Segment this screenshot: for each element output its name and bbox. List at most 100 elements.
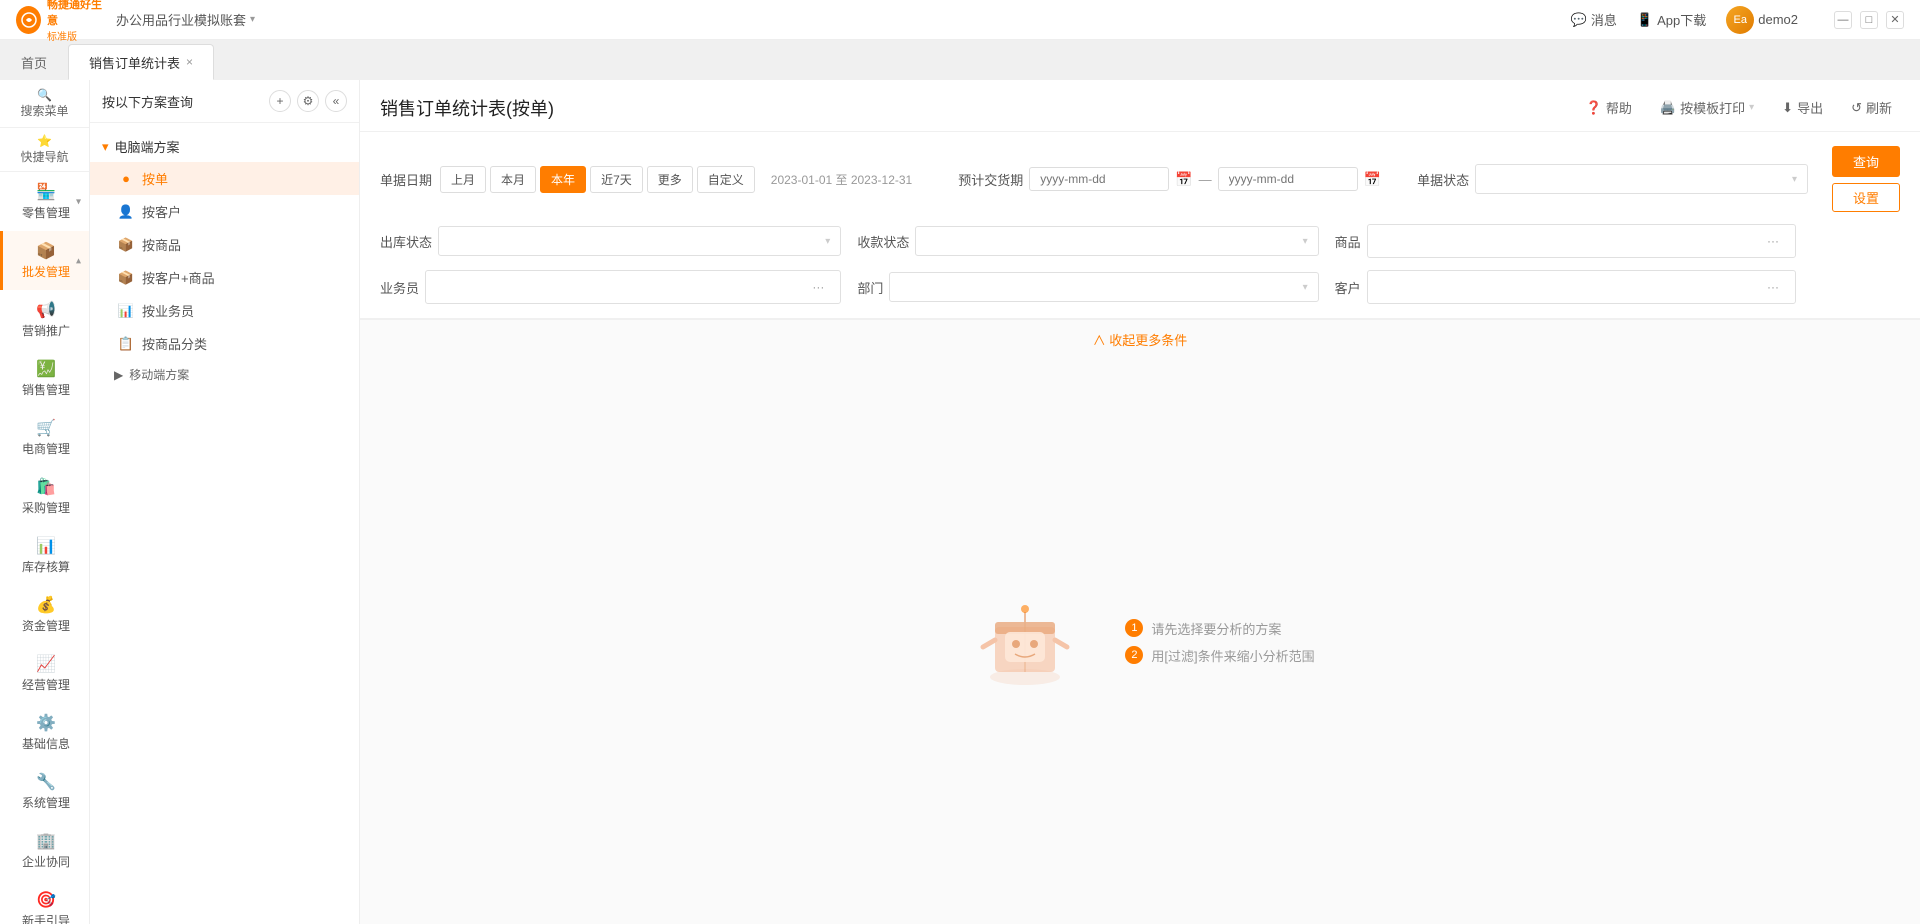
sidebar: 🔍 搜索菜单 ⭐ 快捷导航 🏪 零售管理 ▾ 📦 批发管理 ▴ 📢 营销推广 💹… (0, 80, 90, 924)
filter-row-3: 业务员 ··· 部门 ▾ 客户 (380, 270, 1900, 304)
tab-close-icon[interactable]: × (186, 55, 193, 69)
tree-item-label: 按业务员 (142, 301, 194, 320)
by-order-icon: ● (118, 171, 134, 187)
add-scheme-button[interactable]: + (269, 90, 291, 112)
tree-item-by-category[interactable]: 📋 按商品分类 (90, 327, 359, 360)
help-button[interactable]: ❓ 帮助 (1578, 94, 1640, 121)
sidebar-item-wholesale[interactable]: 📦 批发管理 ▴ (0, 231, 89, 290)
tree-item-by-customer[interactable]: 👤 按客户 (90, 195, 359, 228)
goods-more-icon[interactable]: ··· (1761, 230, 1785, 252)
tree-item-by-order[interactable]: ● 按单 (90, 162, 359, 195)
inventory-icon: 📊 (36, 536, 56, 556)
filter-cell-expected-date: 预计交货期 📅 — 📅 (958, 167, 1381, 191)
content-area: 按以下方案查询 + ⚙ « ▾ 电脑端方案 ● 按单 👤 按客户 (90, 80, 1920, 924)
logo-text: 畅捷通好生意 标准版 (47, 0, 106, 43)
customer-more-icon[interactable]: ··· (1761, 276, 1785, 298)
refresh-button[interactable]: ↺ 刷新 (1843, 94, 1900, 121)
print-button[interactable]: 🖨️ 按模板打印 ▾ (1652, 94, 1762, 121)
purchase-icon: 🛍️ (36, 477, 56, 497)
by-goods-icon: 📦 (118, 237, 134, 253)
maximize-button[interactable]: □ (1860, 11, 1878, 29)
tree-item-by-goods[interactable]: 📦 按商品 (90, 228, 359, 261)
sidebar-item-retail[interactable]: 🏪 零售管理 ▾ (0, 172, 89, 231)
tree-item-by-customer-goods[interactable]: 📦 按客户+商品 (90, 261, 359, 294)
app-title[interactable]: 办公用品行业模拟账套 ▾ (106, 10, 1571, 29)
close-button[interactable]: ✕ (1886, 11, 1904, 29)
customer-select[interactable]: ··· (1367, 270, 1796, 304)
page-title-bar: 销售订单统计表(按单) ❓ 帮助 🖨️ 按模板打印 ▾ ⬇ 导出 (360, 80, 1920, 132)
tab-home[interactable]: 首页 (0, 44, 68, 80)
quick-nav[interactable]: ⭐ 快捷导航 (0, 128, 89, 172)
search-menu[interactable]: 🔍 搜索菜单 (0, 80, 89, 128)
minimize-button[interactable]: — (1834, 11, 1852, 29)
app-download-btn[interactable]: 📱 App下载 (1637, 10, 1706, 29)
sidebar-item-marketing[interactable]: 📢 营销推广 (0, 290, 89, 349)
tab-active[interactable]: 销售订单统计表 × (68, 44, 214, 80)
sidebar-item-purchase[interactable]: 🛍️ 采购管理 (0, 467, 89, 526)
date-btn-7days[interactable]: 近7天 (590, 166, 643, 193)
collapse-more-conditions[interactable]: ∧ 收起更多条件 (360, 319, 1920, 359)
sidebar-item-newbie[interactable]: 🎯 新手引导 (0, 880, 89, 924)
setting-button[interactable]: 设置 (1832, 183, 1900, 212)
date-btn-more[interactable]: 更多 (647, 166, 693, 193)
ship-status-select[interactable]: ▾ (438, 226, 841, 256)
sidebar-item-operation[interactable]: 📈 经营管理 (0, 644, 89, 703)
status-select[interactable]: ▾ (1475, 164, 1808, 194)
sidebar-item-enterprise[interactable]: 🏢 企业协同 (0, 821, 89, 880)
query-btn-group: 查询 设置 (1832, 146, 1900, 212)
left-panel-header: 按以下方案查询 + ⚙ « (90, 80, 359, 123)
marketing-icon: 📢 (36, 300, 56, 320)
filter-cell-dept: 部门 ▾ (857, 272, 1318, 302)
date-btn-custom[interactable]: 自定义 (697, 166, 755, 193)
date-btn-this-year[interactable]: 本年 (540, 166, 586, 193)
goods-select[interactable]: ··· (1367, 224, 1796, 258)
tree-item-label: 按客户 (142, 202, 181, 221)
filter-cell-status: 单据状态 ▾ (1417, 164, 1808, 194)
payment-status-select[interactable]: ▾ (915, 226, 1318, 256)
sidebar-item-finance[interactable]: 💰 资金管理 (0, 585, 89, 644)
sidebar-item-basic[interactable]: ⚙️ 基础信息 (0, 703, 89, 762)
sidebar-item-label: 库存核算 (22, 558, 70, 575)
sidebar-item-sales[interactable]: 💹 销售管理 (0, 349, 89, 408)
payment-status-label: 收款状态 (857, 232, 909, 251)
collapse-panel-button[interactable]: « (325, 90, 347, 112)
date-btn-this-month[interactable]: 本月 (490, 166, 536, 193)
salesperson-select[interactable]: ··· (425, 270, 841, 304)
dept-select[interactable]: ▾ (889, 272, 1318, 302)
payment-status-dropdown-icon: ▾ (1303, 236, 1308, 247)
expected-date-range: 📅 — 📅 (1029, 167, 1381, 191)
query-button[interactable]: 查询 (1832, 146, 1900, 177)
newbie-icon: 🎯 (36, 890, 56, 910)
filter-row-2: 出库状态 ▾ 收款状态 ▾ 商品 (380, 224, 1900, 258)
panel-toolbar: + ⚙ « (269, 90, 347, 112)
dropdown-arrow-icon[interactable]: ▾ (250, 14, 255, 25)
message-btn[interactable]: 💬 消息 (1571, 10, 1617, 29)
sidebar-item-inventory[interactable]: 📊 库存核算 (0, 526, 89, 585)
expected-date-end[interactable] (1218, 167, 1358, 191)
print-icon: 🖨️ (1660, 100, 1676, 116)
sidebar-item-label: 资金管理 (22, 617, 70, 634)
calendar-end-icon[interactable]: 📅 (1364, 171, 1381, 188)
sidebar-item-label: 系统管理 (22, 794, 70, 811)
sidebar-item-label: 企业协同 (22, 853, 70, 870)
message-icon: 💬 (1571, 12, 1587, 28)
sidebar-item-system[interactable]: 🔧 系统管理 (0, 762, 89, 821)
calendar-start-icon[interactable]: 📅 (1175, 171, 1192, 188)
mobile-group[interactable]: ▶ 移动端方案 (90, 360, 359, 389)
sidebar-item-ecommerce[interactable]: 🛒 电商管理 (0, 408, 89, 467)
export-button[interactable]: ⬇ 导出 (1774, 94, 1831, 121)
logo-area: 畅捷通好生意 标准版 (16, 0, 106, 43)
filter-row-1: 单据日期 上月 本月 本年 近7天 更多 自定义 2023-01-01 至 20… (380, 146, 1900, 212)
tree-item-by-salesperson[interactable]: 📊 按业务员 (90, 294, 359, 327)
filter-cell-salesperson: 业务员 ··· (380, 270, 841, 304)
desktop-group[interactable]: ▾ 电脑端方案 (90, 131, 359, 162)
customer-label: 客户 (1335, 278, 1361, 297)
user-menu[interactable]: Ea demo2 (1726, 6, 1798, 34)
settings-scheme-button[interactable]: ⚙ (297, 90, 319, 112)
expected-date-start[interactable] (1029, 167, 1169, 191)
salesperson-more-icon[interactable]: ··· (806, 276, 830, 298)
panel-title: 按以下方案查询 (102, 92, 263, 111)
date-btn-last-month[interactable]: 上月 (440, 166, 486, 193)
sidebar-item-label: 电商管理 (22, 440, 70, 457)
page-title: 销售订单统计表(按单) (380, 95, 554, 121)
